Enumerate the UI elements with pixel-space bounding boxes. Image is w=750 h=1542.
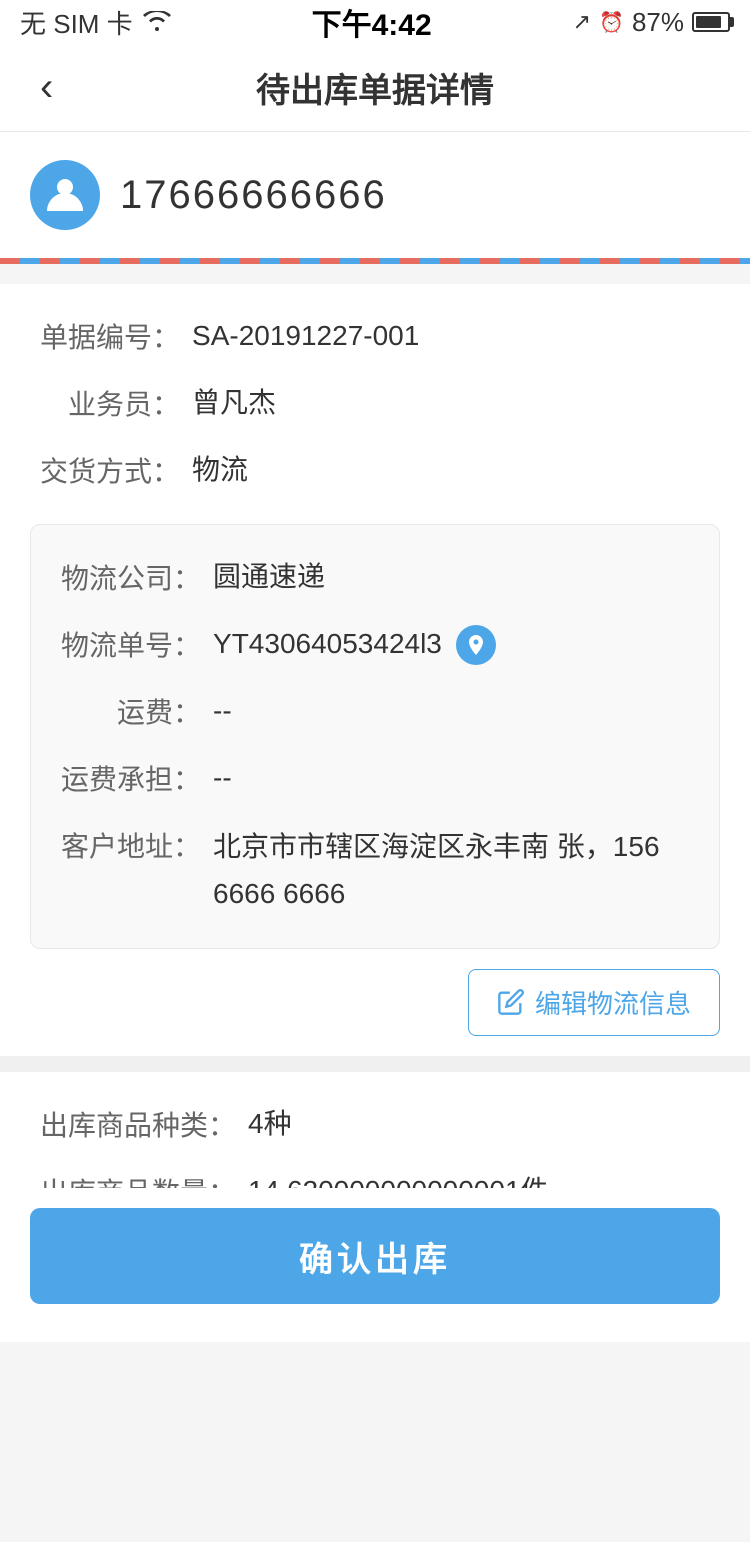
confirm-button-container: 确认出库 bbox=[0, 1188, 750, 1334]
customer-header: 17666666666 bbox=[0, 132, 750, 258]
sales-person-label: 业务员： bbox=[40, 381, 180, 428]
logistics-company-row: 物流公司： 圆通速递 bbox=[61, 555, 689, 602]
sales-person-row: 业务员： 曾凡杰 bbox=[40, 381, 710, 428]
edit-logistics-button[interactable]: 编辑物流信息 bbox=[468, 969, 720, 1036]
delivery-method-value: 物流 bbox=[180, 448, 710, 493]
logistics-company-label: 物流公司： bbox=[61, 555, 201, 602]
logistics-section: 物流公司： 圆通速递 物流单号： YT43064053424l3 运费： -- … bbox=[0, 524, 750, 1055]
doc-number-label: 单据编号： bbox=[40, 314, 180, 361]
tracking-number-label: 物流单号： bbox=[61, 622, 201, 669]
battery-icon bbox=[692, 12, 730, 32]
status-time: 下午4:42 bbox=[312, 0, 432, 44]
goods-type-value: 4种 bbox=[236, 1102, 710, 1147]
basic-info-section: 单据编号： SA-20191227-001 业务员： 曾凡杰 交货方式： 物流 bbox=[0, 284, 750, 524]
customer-phone: 17666666666 bbox=[120, 173, 387, 218]
logistics-card: 物流公司： 圆通速递 物流单号： YT43064053424l3 运费： -- … bbox=[30, 524, 720, 948]
doc-number-row: 单据编号： SA-20191227-001 bbox=[40, 314, 710, 361]
tracking-number-row: 物流单号： YT43064053424l3 bbox=[61, 622, 689, 669]
location-icon: ↗ bbox=[573, 9, 591, 35]
goods-type-row: 出库商品种类： 4种 bbox=[40, 1102, 710, 1149]
delivery-method-row: 交货方式： 物流 bbox=[40, 448, 710, 495]
address-value: 北京市市辖区海淀区永丰南 张，156 6666 6666 bbox=[201, 823, 689, 918]
page-title: 待出库单据详情 bbox=[256, 63, 494, 112]
edit-icon bbox=[497, 988, 525, 1016]
status-left: 无 SIM 卡 bbox=[20, 4, 171, 41]
freight-bearer-row: 运费承担： -- bbox=[61, 756, 689, 803]
dashed-divider bbox=[0, 258, 750, 264]
edit-logistics-label: 编辑物流信息 bbox=[535, 984, 691, 1021]
location-pin-icon[interactable] bbox=[456, 625, 496, 665]
delivery-method-label: 交货方式： bbox=[40, 448, 180, 495]
person-icon bbox=[43, 173, 87, 217]
freight-bearer-value: -- bbox=[201, 756, 689, 801]
address-label: 客户地址： bbox=[61, 823, 201, 870]
tracking-number-value: YT43064053424l3 bbox=[201, 622, 689, 667]
address-row: 客户地址： 北京市市辖区海淀区永丰南 张，156 6666 6666 bbox=[61, 823, 689, 918]
alarm-icon: ⏰ bbox=[599, 10, 624, 35]
section-separator bbox=[0, 1056, 750, 1072]
logistics-company-value: 圆通速递 bbox=[201, 555, 689, 600]
goods-type-label: 出库商品种类： bbox=[40, 1102, 236, 1149]
wifi-icon bbox=[143, 7, 171, 38]
edit-logistics-row: 编辑物流信息 bbox=[0, 949, 750, 1046]
back-button[interactable]: ‹ bbox=[30, 55, 63, 120]
freight-row: 运费： -- bbox=[61, 689, 689, 736]
carrier-text: 无 SIM 卡 bbox=[20, 4, 133, 41]
freight-label: 运费： bbox=[61, 689, 201, 736]
confirm-button[interactable]: 确认出库 bbox=[30, 1208, 720, 1304]
freight-value: -- bbox=[201, 689, 689, 734]
customer-avatar bbox=[30, 160, 100, 230]
nav-bar: ‹ 待出库单据详情 bbox=[0, 44, 750, 132]
sales-person-value: 曾凡杰 bbox=[180, 381, 710, 426]
freight-bearer-label: 运费承担： bbox=[61, 756, 201, 803]
status-bar: 无 SIM 卡 下午4:42 ↗ ⏰ 87% bbox=[0, 0, 750, 44]
bottom-space bbox=[0, 1342, 750, 1542]
battery-text: 87% bbox=[632, 7, 684, 38]
doc-number-value: SA-20191227-001 bbox=[180, 314, 710, 359]
status-right: ↗ ⏰ 87% bbox=[573, 7, 730, 38]
